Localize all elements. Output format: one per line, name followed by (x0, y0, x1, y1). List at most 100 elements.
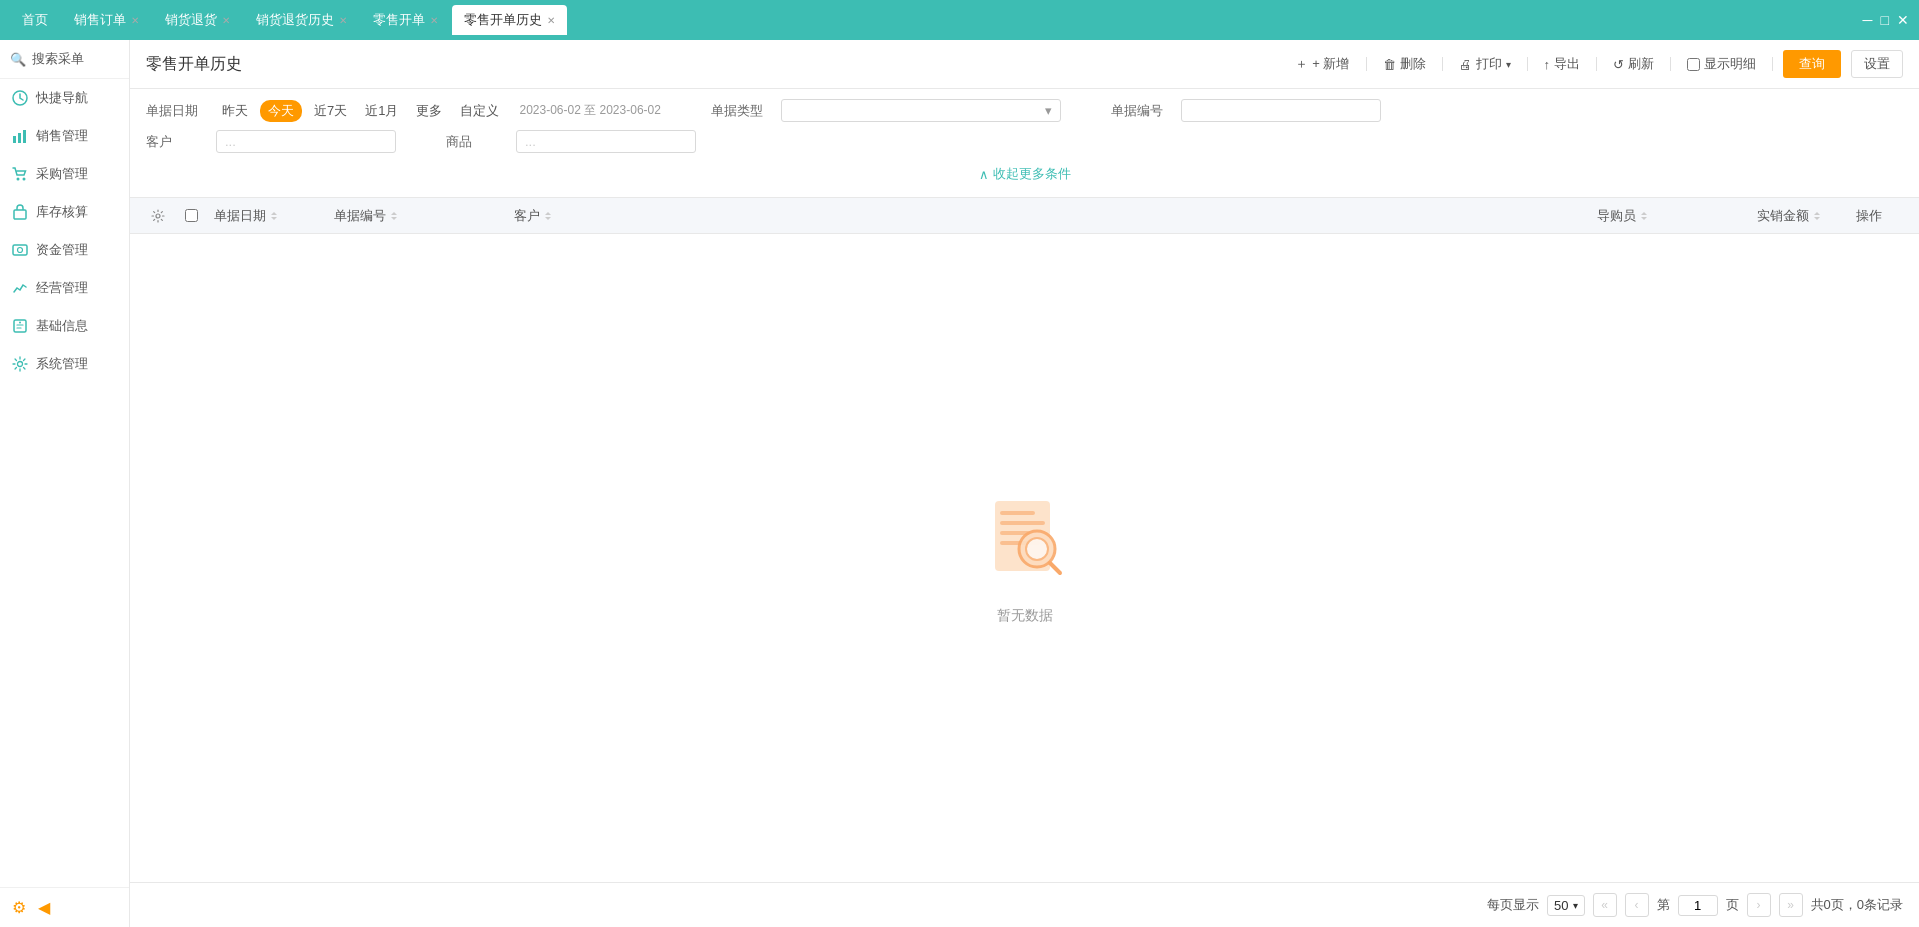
close-tab-sales-order[interactable]: ✕ (131, 15, 139, 26)
sidebar-item-purchase-mgmt[interactable]: 采购管理 (0, 155, 129, 193)
page-number-input[interactable] (1678, 895, 1718, 916)
sidebar-item-label: 销售管理 (36, 127, 88, 145)
window-restore[interactable]: □ (1881, 12, 1889, 28)
delete-button[interactable]: 🗑 删除 (1377, 52, 1432, 76)
per-page-dropdown-icon: ▾ (1573, 900, 1578, 911)
export-icon: ↑ (1544, 57, 1551, 72)
sidebar-item-system[interactable]: 系统管理 (0, 345, 129, 383)
goods-label: 商品 (446, 133, 506, 151)
page-label: 第 (1657, 896, 1670, 914)
last-page-btn[interactable]: » (1779, 893, 1803, 917)
refresh-button[interactable]: ↺ 刷新 (1607, 52, 1660, 76)
toolbar-divider-5 (1670, 57, 1671, 71)
date-options: 昨天 今天 近7天 近1月 更多 自定义 2023-06-02 至 2023-0… (216, 100, 661, 122)
svg-rect-1 (13, 136, 16, 143)
dropdown-arrow-icon: ▾ (1045, 103, 1052, 118)
purchase-mgmt-icon (12, 166, 28, 182)
sort-customer-icon (544, 211, 552, 221)
top-nav: 首页 销售订单 ✕ 销货退货 ✕ 销货退货历史 ✕ 零售开单 ✕ 零售开单历史 … (0, 0, 1919, 40)
query-button[interactable]: 查询 (1783, 50, 1841, 78)
svg-point-10 (19, 322, 21, 324)
print-button[interactable]: 🖨 打印 ▾ (1453, 52, 1517, 76)
toolbar-divider-2 (1442, 57, 1443, 71)
th-guide[interactable]: 导购员 (1589, 207, 1709, 225)
date-option-last1m[interactable]: 近1月 (359, 100, 404, 122)
close-tab-retail-history[interactable]: ✕ (547, 15, 555, 26)
date-option-last7[interactable]: 近7天 (308, 100, 353, 122)
first-page-btn[interactable]: « (1593, 893, 1617, 917)
sidebar-search[interactable]: 🔍 搜索采单 (0, 40, 129, 79)
finance-icon (12, 242, 28, 258)
close-tab-sales-return[interactable]: ✕ (222, 15, 230, 26)
date-option-yesterday[interactable]: 昨天 (216, 100, 254, 122)
sidebar-item-quick-nav[interactable]: 快捷导航 (0, 79, 129, 117)
settings-gear-icon[interactable]: ⚙ (12, 898, 26, 917)
date-option-today[interactable]: 今天 (260, 100, 302, 122)
toolbar: ＋ + 新增 🗑 删除 🖨 打印 ▾ ↑ 导出 (1289, 50, 1903, 78)
tab-sales-return[interactable]: 销货退货 ✕ (153, 5, 242, 35)
page-header: 零售开单历史 ＋ + 新增 🗑 删除 🖨 打印 ▾ (130, 40, 1919, 89)
sort-amount-icon (1813, 211, 1821, 221)
table-area: 单据日期 单据编号 客户 (130, 198, 1919, 882)
tab-sales-return-history[interactable]: 销货退货历史 ✕ (244, 5, 359, 35)
date-label: 单据日期 (146, 102, 206, 120)
export-button[interactable]: ↑ 导出 (1538, 52, 1587, 76)
pagination: 每页显示 50 ▾ « ‹ 第 页 › » 共0页，0条记录 (130, 882, 1919, 927)
svg-point-5 (23, 178, 26, 181)
select-all-checkbox[interactable] (176, 209, 206, 222)
th-customer[interactable]: 客户 (506, 207, 1589, 225)
basic-info-icon (12, 318, 28, 334)
sales-mgmt-icon (12, 128, 28, 144)
filter-row-1: 单据日期 昨天 今天 近7天 近1月 更多 自定义 2023-06-02 至 2… (146, 99, 1903, 122)
sidebar-item-finance[interactable]: 资金管理 (0, 231, 129, 269)
page-suffix: 页 (1726, 896, 1739, 914)
add-button[interactable]: ＋ + 新增 (1289, 52, 1355, 76)
customer-input[interactable]: ... (216, 130, 396, 153)
doc-type-select[interactable]: ▾ (781, 99, 1061, 122)
display-cols-checkbox[interactable] (1687, 58, 1700, 71)
collapse-sidebar-icon[interactable]: ◀ (38, 898, 50, 917)
sidebar-item-basic-info[interactable]: 基础信息 (0, 307, 129, 345)
th-amount[interactable]: 实销金额 (1709, 207, 1829, 225)
tab-home[interactable]: 首页 (10, 5, 60, 35)
sidebar-item-label: 基础信息 (36, 317, 88, 335)
sidebar-item-sales-mgmt[interactable]: 销售管理 (0, 117, 129, 155)
doc-type-label: 单据类型 (711, 102, 771, 120)
sort-guide-icon (1640, 211, 1648, 221)
column-settings-btn[interactable] (140, 209, 176, 223)
main-layout: 🔍 搜索采单 快捷导航 销售管理 采购管理 库存核算 (0, 40, 1919, 927)
svg-rect-6 (14, 210, 26, 219)
per-page-select[interactable]: 50 ▾ (1547, 895, 1584, 916)
svg-rect-3 (23, 130, 26, 143)
next-page-btn[interactable]: › (1747, 893, 1771, 917)
collapse-bar[interactable]: ∧ 收起更多条件 (146, 161, 1903, 187)
refresh-icon: ↺ (1613, 57, 1624, 72)
tab-sales-order[interactable]: 销售订单 ✕ (62, 5, 151, 35)
settings-button[interactable]: 设置 (1851, 50, 1903, 78)
close-tab-retail-open[interactable]: ✕ (430, 15, 438, 26)
tab-retail-open[interactable]: 零售开单 ✕ (361, 5, 450, 35)
sidebar-item-inventory[interactable]: 库存核算 (0, 193, 129, 231)
goods-input[interactable]: ... (516, 130, 696, 153)
date-range: 2023-06-02 至 2023-06-02 (519, 102, 660, 119)
doc-num-input[interactable] (1181, 99, 1381, 122)
empty-state: 暂无数据 (130, 234, 1919, 882)
delete-icon: 🗑 (1383, 57, 1396, 72)
th-date[interactable]: 单据日期 (206, 207, 326, 225)
toolbar-divider-3 (1527, 57, 1528, 71)
svg-point-8 (18, 248, 23, 253)
svg-rect-15 (1000, 521, 1045, 525)
date-option-more[interactable]: 更多 (410, 100, 448, 122)
th-number[interactable]: 单据编号 (326, 207, 506, 225)
prev-page-btn[interactable]: ‹ (1625, 893, 1649, 917)
tab-retail-history[interactable]: 零售开单历史 ✕ (452, 5, 567, 35)
sidebar-item-operations[interactable]: 经营管理 (0, 269, 129, 307)
close-tab-sales-return-history[interactable]: ✕ (339, 15, 347, 26)
th-action: 操作 (1829, 207, 1909, 225)
window-close[interactable]: ✕ (1897, 12, 1909, 28)
display-cols-button[interactable]: 显示明细 (1681, 52, 1762, 76)
window-minimize[interactable]: ─ (1863, 12, 1873, 28)
date-option-custom[interactable]: 自定义 (454, 100, 505, 122)
empty-text: 暂无数据 (997, 607, 1053, 625)
operations-icon (12, 280, 28, 296)
